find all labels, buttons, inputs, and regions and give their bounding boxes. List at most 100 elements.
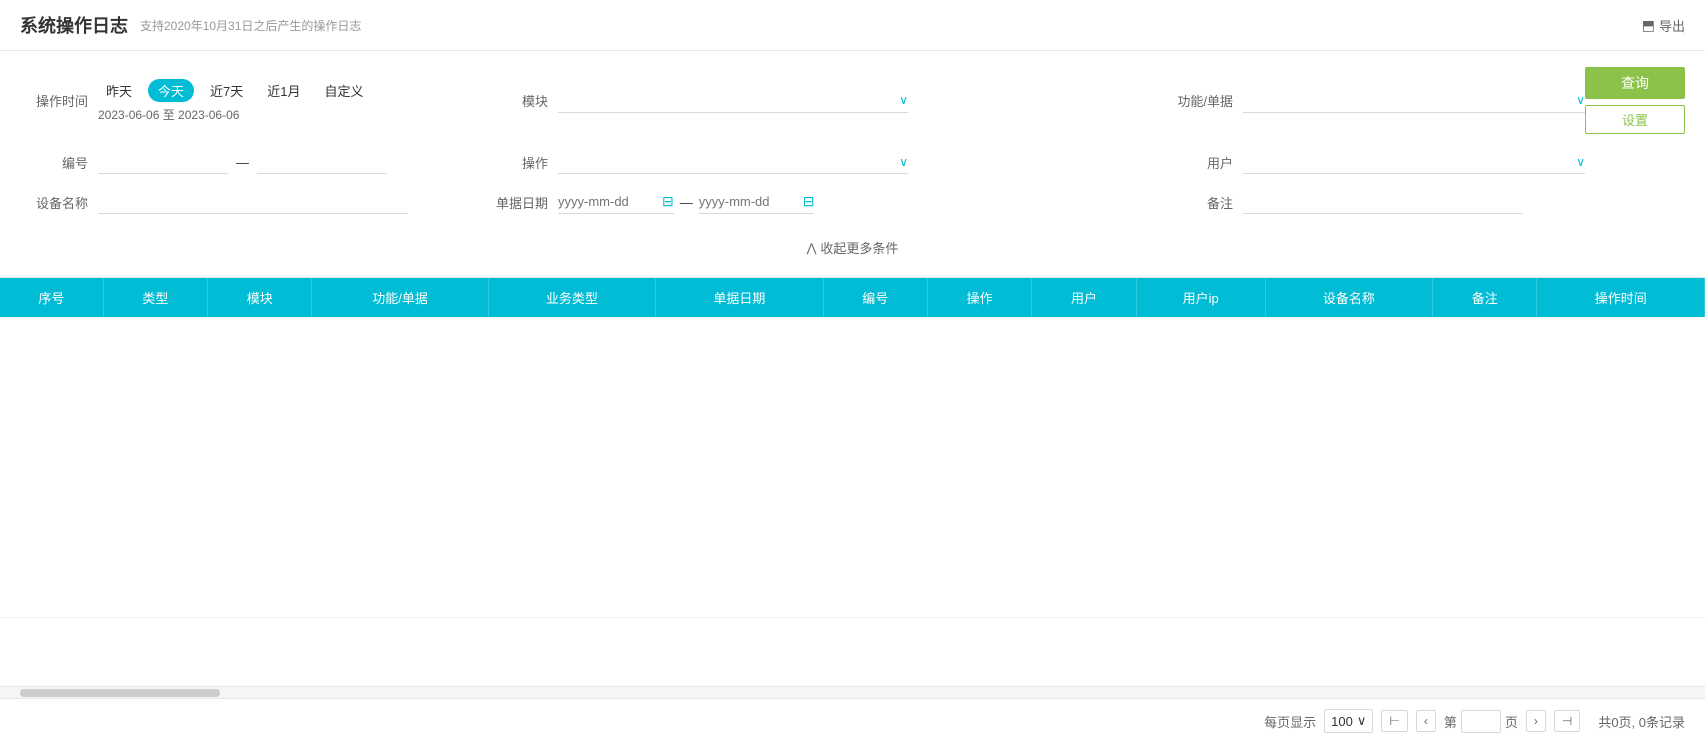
date-from-input[interactable]	[558, 190, 658, 213]
collapse-chevron-icon: ⋀	[807, 241, 817, 255]
col-device-name: 设备名称	[1265, 278, 1432, 317]
operation-input[interactable]	[558, 150, 899, 173]
page-size-value: 100	[1331, 714, 1353, 729]
number-to-input[interactable]	[257, 150, 387, 174]
page-size-label: 每页显示	[1264, 712, 1316, 731]
function-dropdown[interactable]: ∨	[1243, 89, 1585, 113]
date-filter-col: 单据日期 ⊟ — ⊟	[480, 190, 1165, 214]
module-filter-col: 模块 ∨	[480, 89, 1165, 113]
page-next-button[interactable]: ›	[1526, 710, 1546, 732]
page-info: 第 1 页	[1444, 710, 1518, 733]
col-operation: 操作	[927, 278, 1031, 317]
empty-cell	[0, 317, 1705, 617]
number-range-dash: —	[236, 155, 249, 170]
date-range: ⊟ — ⊟	[558, 190, 814, 214]
collapse-button[interactable]: ⋀ 收起更多条件	[807, 238, 899, 257]
device-input[interactable]	[98, 190, 408, 214]
filter-area: 操作时间 昨天 今天 近7天 近1月 自定义 2023-06-06 至 2023…	[0, 51, 1705, 278]
operation-time-label: 操作时间	[20, 91, 88, 110]
function-input[interactable]	[1243, 89, 1576, 112]
date-to-input[interactable]	[699, 190, 799, 213]
time-filter-col: 操作时间 昨天 今天 近7天 近1月 自定义 2023-06-06 至 2023…	[20, 79, 480, 123]
pagination-bar: 每页显示 100 ∨ ⊢ ‹ 第 1 页 › ⊣ 共0页, 0条记录	[0, 698, 1705, 743]
table-area: 序号 类型 模块 功能/单据 业务类型 单据日期 编号 操作 用户 用户ip 设…	[0, 278, 1705, 686]
function-filter-col: 功能/单据 ∨	[1165, 89, 1585, 113]
device-filter-col: 设备名称	[20, 190, 480, 214]
export-icon: ⬒	[1642, 17, 1655, 34]
user-dropdown[interactable]: ∨	[1243, 150, 1585, 174]
time-buttons: 昨天 今天 近7天 近1月 自定义	[98, 79, 372, 102]
time-btn-yesterday[interactable]: 昨天	[98, 79, 140, 102]
module-dropdown[interactable]: ∨	[558, 89, 908, 113]
calendar-to-icon[interactable]: ⊟	[803, 193, 815, 210]
device-label: 设备名称	[20, 193, 88, 212]
col-function: 功能/单据	[312, 278, 488, 317]
col-doc-date: 单据日期	[656, 278, 823, 317]
col-type: 类型	[103, 278, 207, 317]
time-btn-custom[interactable]: 自定义	[317, 79, 372, 102]
table-header: 序号 类型 模块 功能/单据 业务类型 单据日期 编号 操作 用户 用户ip 设…	[0, 278, 1705, 317]
date-from-wrap: ⊟	[558, 190, 674, 214]
operation-dropdown-arrow[interactable]: ∨	[899, 155, 908, 169]
time-btn-1month[interactable]: 近1月	[259, 79, 308, 102]
col-module: 模块	[208, 278, 312, 317]
action-buttons-col: 查询 设置	[1585, 67, 1685, 134]
operation-filter-col: 操作 ∨	[480, 150, 1165, 174]
page-last-button[interactable]: ⊣	[1554, 710, 1580, 732]
horizontal-scrollbar[interactable]	[0, 686, 1705, 698]
time-btn-7days[interactable]: 近7天	[202, 79, 251, 102]
col-op-time: 操作时间	[1537, 278, 1705, 317]
remarks-input[interactable]	[1243, 190, 1523, 214]
empty-row	[0, 317, 1705, 617]
date-range-dash: —	[680, 195, 693, 210]
page-size-arrow-icon: ∨	[1357, 713, 1367, 729]
time-btn-today[interactable]: 今天	[148, 79, 194, 102]
page-wrapper: 系统操作日志 支持2020年10月31日之后产生的操作日志 ⬒ 导出 操作时间 …	[0, 0, 1705, 743]
function-dropdown-arrow[interactable]: ∨	[1576, 93, 1585, 107]
page-header: 系统操作日志 支持2020年10月31日之后产生的操作日志 ⬒ 导出	[0, 0, 1705, 51]
number-range: —	[98, 150, 387, 174]
page-size-select[interactable]: 100 ∨	[1324, 709, 1373, 733]
module-label: 模块	[480, 91, 548, 110]
page-num-input[interactable]: 1	[1461, 710, 1501, 733]
operation-label: 操作	[480, 153, 548, 172]
table-header-row: 序号 类型 模块 功能/单据 业务类型 单据日期 编号 操作 用户 用户ip 设…	[0, 278, 1705, 317]
operation-dropdown[interactable]: ∨	[558, 150, 908, 174]
setting-button[interactable]: 设置	[1585, 105, 1685, 134]
user-dropdown-arrow[interactable]: ∨	[1576, 155, 1585, 169]
number-from-input[interactable]	[98, 150, 228, 174]
col-user: 用户	[1032, 278, 1136, 317]
page-prev-button[interactable]: ‹	[1416, 710, 1436, 732]
page-first-button[interactable]: ⊢	[1381, 710, 1407, 732]
export-button[interactable]: ⬒ 导出	[1642, 16, 1685, 35]
filter-row-3: 设备名称 单据日期 ⊟ — ⊟ 备注	[20, 190, 1685, 214]
table-body	[0, 317, 1705, 617]
date-label: 单据日期	[480, 193, 548, 212]
user-input[interactable]	[1243, 150, 1576, 173]
user-label: 用户	[1165, 153, 1233, 172]
export-label: 导出	[1659, 16, 1685, 35]
filter-row-2: 编号 — 操作 ∨ 用户 ∨	[20, 150, 1685, 174]
number-filter-col: 编号 —	[20, 150, 480, 174]
col-remarks: 备注	[1433, 278, 1537, 317]
col-user-ip: 用户ip	[1136, 278, 1265, 317]
time-range-display: 2023-06-06 至 2023-06-06	[98, 106, 372, 123]
collapse-bar: ⋀ 收起更多条件	[20, 230, 1685, 261]
remarks-filter-col: 备注	[1165, 190, 1585, 214]
module-dropdown-arrow[interactable]: ∨	[899, 93, 908, 107]
calendar-from-icon[interactable]: ⊟	[662, 193, 674, 210]
col-number: 编号	[823, 278, 927, 317]
function-label: 功能/单据	[1165, 91, 1233, 110]
user-filter-col: 用户 ∨	[1165, 150, 1585, 174]
page-title: 系统操作日志	[20, 12, 128, 38]
col-index: 序号	[0, 278, 103, 317]
total-info: 共0页, 0条记录	[1598, 712, 1685, 731]
remarks-label: 备注	[1165, 193, 1233, 212]
number-label: 编号	[20, 153, 88, 172]
date-to-wrap: ⊟	[699, 190, 815, 214]
time-filter: 昨天 今天 近7天 近1月 自定义 2023-06-06 至 2023-06-0…	[98, 79, 372, 123]
query-button[interactable]: 查询	[1585, 67, 1685, 99]
collapse-label: 收起更多条件	[820, 238, 898, 257]
scrollbar-thumb[interactable]	[20, 689, 220, 697]
module-input[interactable]	[558, 89, 899, 112]
